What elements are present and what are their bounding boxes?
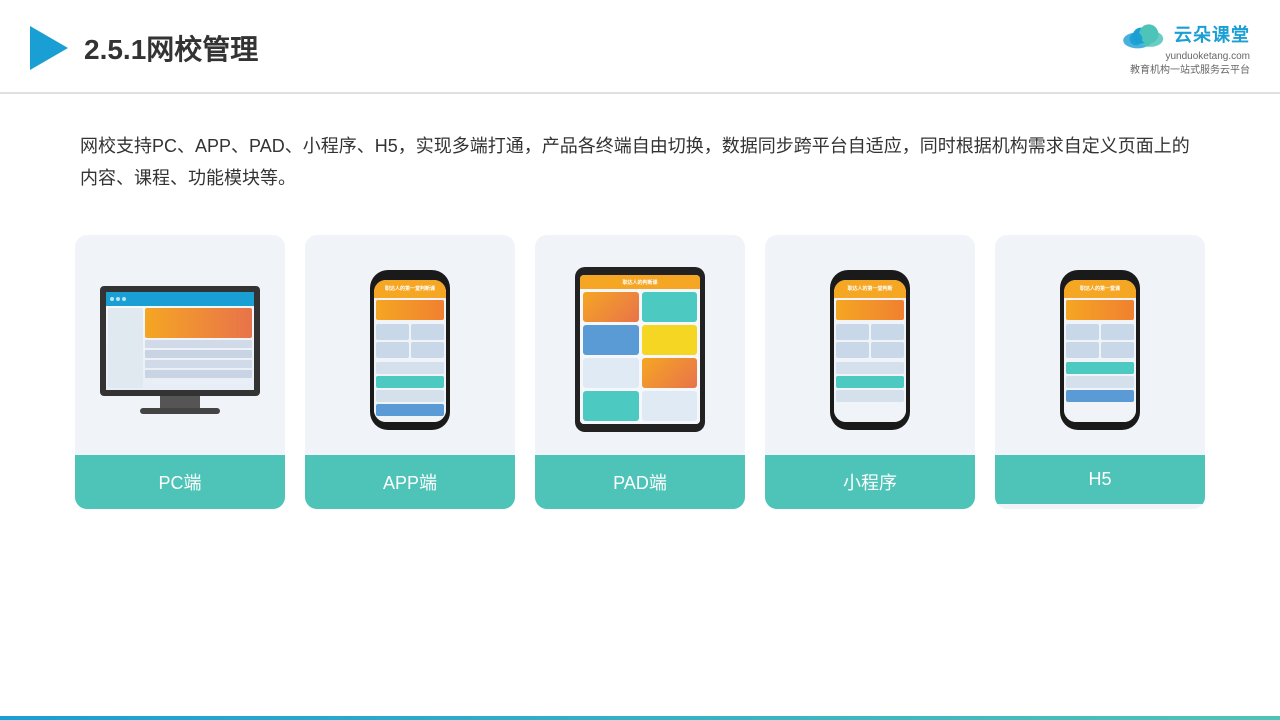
play-icon	[30, 26, 68, 70]
card-pad: 职达人的判断课 PAD端	[535, 235, 745, 509]
card-pc: PC端	[75, 235, 285, 509]
description-paragraph: 网校支持PC、APP、PAD、小程序、H5，实现多端打通，产品各终端自由切换，数…	[80, 130, 1200, 195]
logo-area: 云朵课堂 yunduoketang.com 教育机构一站式服务云平台	[1120, 18, 1250, 78]
logo-tagline-text: 教育机构一站式服务云平台	[1130, 64, 1250, 78]
card-app: 职达人的第一堂判断课	[305, 235, 515, 509]
page-title: 2.5.1网校管理	[84, 28, 258, 68]
card-app-label: APP端	[305, 455, 515, 509]
phone-mockup-h5: 职达人的第一堂课	[1060, 270, 1140, 430]
phone-mockup-miniapp: 职达人的第一堂判断	[830, 270, 910, 430]
description-text: 网校支持PC、APP、PAD、小程序、H5，实现多端打通，产品各终端自由切换，数…	[0, 94, 1280, 205]
header-left: 2.5.1网校管理	[30, 26, 258, 70]
card-h5-label: H5	[995, 455, 1205, 504]
card-pad-image: 职达人的判断课	[535, 235, 745, 455]
logo-name: 云朵课堂	[1174, 21, 1250, 47]
logo-tagline: yunduoketang.com 教育机构一站式服务云平台	[1130, 50, 1250, 78]
pc-screen	[100, 286, 260, 396]
card-h5: 职达人的第一堂课	[995, 235, 1205, 509]
pc-mockup	[100, 286, 260, 414]
logo-brand-row: 云朵课堂	[1120, 18, 1250, 50]
card-pad-label: PAD端	[535, 455, 745, 509]
card-app-image: 职达人的第一堂判断课	[305, 235, 515, 455]
card-pc-image	[75, 235, 285, 455]
logo-url: yunduoketang.com	[1130, 50, 1250, 64]
cards-container: PC端 职达人的第一堂判断课	[0, 205, 1280, 539]
bottom-accent-line	[0, 716, 1280, 720]
phone-mockup-app: 职达人的第一堂判断课	[370, 270, 450, 430]
cloud-logo-icon	[1120, 18, 1168, 50]
card-h5-image: 职达人的第一堂课	[995, 235, 1205, 455]
card-miniapp: 职达人的第一堂判断	[765, 235, 975, 509]
card-pc-label: PC端	[75, 455, 285, 509]
tablet-mockup: 职达人的判断课	[575, 267, 705, 432]
title-num: 2.5.1网校管理	[84, 34, 258, 65]
card-miniapp-label: 小程序	[765, 455, 975, 509]
card-miniapp-image: 职达人的第一堂判断	[765, 235, 975, 455]
page-header: 2.5.1网校管理 云朵课堂 yunduoketang.com 教育机构一站式服…	[0, 0, 1280, 94]
